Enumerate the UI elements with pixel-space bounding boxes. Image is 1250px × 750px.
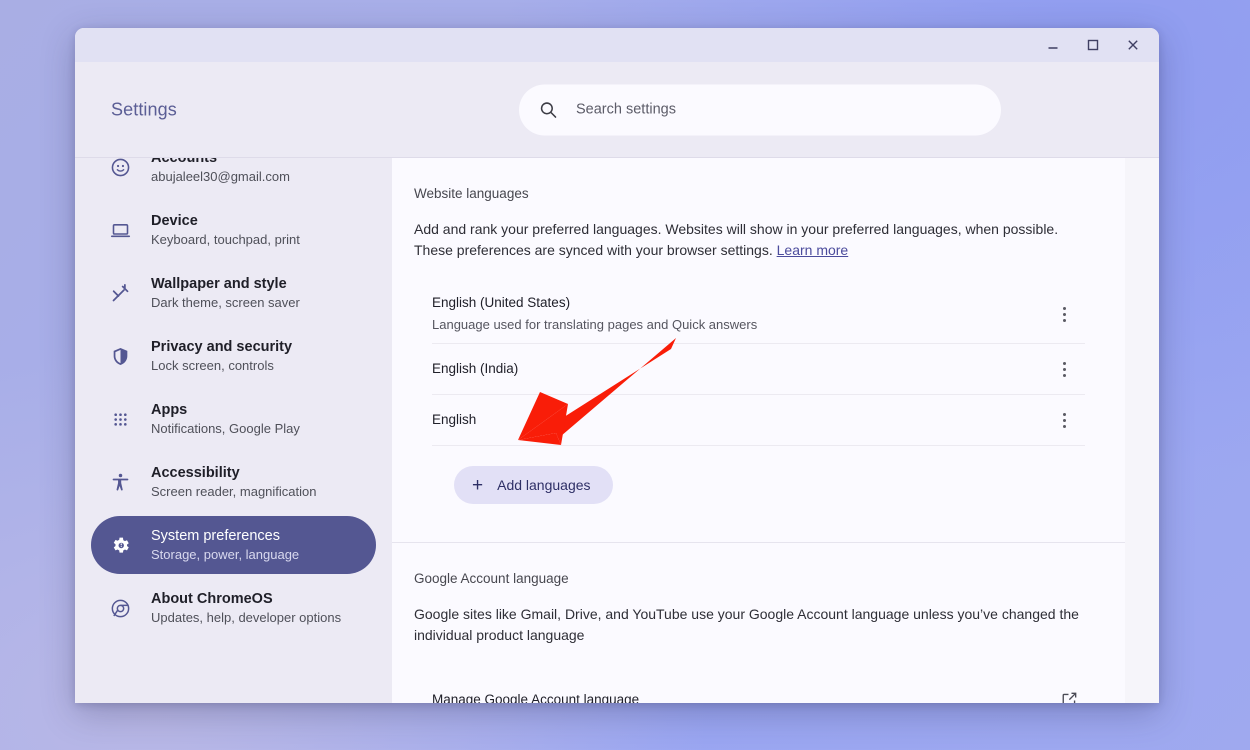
sidebar-item-title: Apps [151,401,188,418]
sidebar-item-privacy-and-security[interactable]: Privacy and security Lock screen, contro… [91,327,376,385]
shield-icon [109,345,131,367]
language-name: English [432,411,477,427]
settings-body: Accounts abujaleel30@gmail.com Device Ke… [75,158,1159,703]
sidebar-item-about-chromeos[interactable]: About ChromeOS Updates, help, developer … [91,579,376,637]
language-row[interactable]: English [432,395,1085,447]
settings-topbar: Settings [75,62,1159,158]
sidebar-item-title: Accounts [151,158,290,167]
language-row[interactable]: English (India) [432,344,1085,396]
gear-icon [109,534,131,556]
plus-icon: + [472,474,484,496]
settings-sidebar: Accounts abujaleel30@gmail.com Device Ke… [75,158,392,703]
sidebar-item-title: Device [151,212,198,229]
close-button[interactable] [1113,29,1153,61]
add-languages-button[interactable]: + Add languages [454,466,613,505]
settings-window: Settings Search settings abujaleel30@gma… [75,28,1159,703]
google-account-language-label: Google Account language [414,571,569,587]
chrome-icon [109,597,131,619]
sidebar-item-subtitle: Lock screen, controls [151,357,274,373]
more-vert-icon[interactable] [1049,405,1079,435]
sidebar-item-accessibility[interactable]: Accessibility Screen reader, magnificati… [91,453,376,511]
laptop-icon [109,219,131,241]
sidebar-item-apps[interactable]: Apps Notifications, Google Play [91,390,376,448]
maximize-icon [1086,38,1100,52]
language-list: English (United States) Language used fo… [432,285,1085,447]
maximize-button[interactable] [1073,29,1113,61]
apps-grid-icon [109,408,131,430]
add-languages-label: Add languages [497,477,591,494]
google-account-language-description: Google sites like Gmail, Drive, and YouT… [414,606,1079,644]
sidebar-item-accounts[interactable]: Accounts abujaleel30@gmail.com [91,158,376,196]
minimize-icon [1046,38,1060,52]
language-row[interactable]: English (United States) Language used fo… [432,285,1085,345]
sidebar-item-subtitle: Updates, help, developer options [151,609,342,625]
more-vert-icon[interactable] [1049,299,1079,329]
search-bar[interactable] [519,84,1001,135]
sidebar-item-title: Privacy and security [151,338,293,355]
language-note: Language used for translating pages and … [432,316,758,332]
website-languages-section: Website languages Add and rank your pref… [392,158,1125,505]
search-icon [539,100,558,119]
open-in-new-icon [1060,690,1079,703]
manage-google-account-language-label: Manage Google Account language [432,691,640,703]
sidebar-item-wallpaper-and-style[interactable]: Wallpaper and style Dark theme, screen s… [91,264,376,322]
sidebar-item-subtitle: Storage, power, language [151,546,300,562]
more-vert-icon[interactable] [1049,354,1079,384]
sidebar-item-subtitle: abujaleel30@gmail.com [151,168,290,184]
wand-icon [109,282,131,304]
description-text: Add and rank your preferred languages. W… [414,221,1059,258]
sidebar-item-subtitle: Dark theme, screen saver [151,294,300,310]
minimize-button[interactable] [1033,29,1073,61]
language-name: English (United States) [432,295,571,310]
sidebar-item-title: Wallpaper and style [151,275,287,292]
close-icon [1126,38,1140,52]
settings-card: Website languages Add and rank your pref… [392,158,1125,703]
sidebar-item-system-preferences[interactable]: System preferences Storage, power, langu… [91,516,376,574]
website-languages-description: Add and rank your preferred languages. W… [392,201,1125,261]
accessibility-icon [109,471,131,493]
website-languages-label: Website languages [414,186,529,201]
settings-content: Website languages Add and rank your pref… [392,158,1159,703]
search-input[interactable] [576,101,981,118]
learn-more-link[interactable]: Learn more [777,242,849,258]
sidebar-item-device[interactable]: Device Keyboard, touchpad, print [91,201,376,259]
sidebar-item-subtitle: Keyboard, touchpad, print [151,231,300,247]
desktop-wallpaper: Settings Search settings abujaleel30@gma… [0,0,1250,750]
language-name: English (India) [432,360,519,376]
sidebar-item-title: System preferences [151,527,280,544]
window-titlebar [75,28,1159,62]
google-account-language-section: Google Account language Google sites lik… [392,543,1125,703]
sidebar-item-subtitle: Notifications, Google Play [151,420,300,436]
sidebar-item-subtitle: Screen reader, magnification [151,483,317,499]
sidebar-item-title: About ChromeOS [151,590,273,607]
sidebar-item-title: Accessibility [151,464,240,481]
manage-google-account-language-row[interactable]: Manage Google Account language [432,678,1085,703]
content-scrollbar[interactable] [1125,158,1159,703]
account-circle-icon [109,158,131,178]
page-title: Settings [111,99,177,119]
